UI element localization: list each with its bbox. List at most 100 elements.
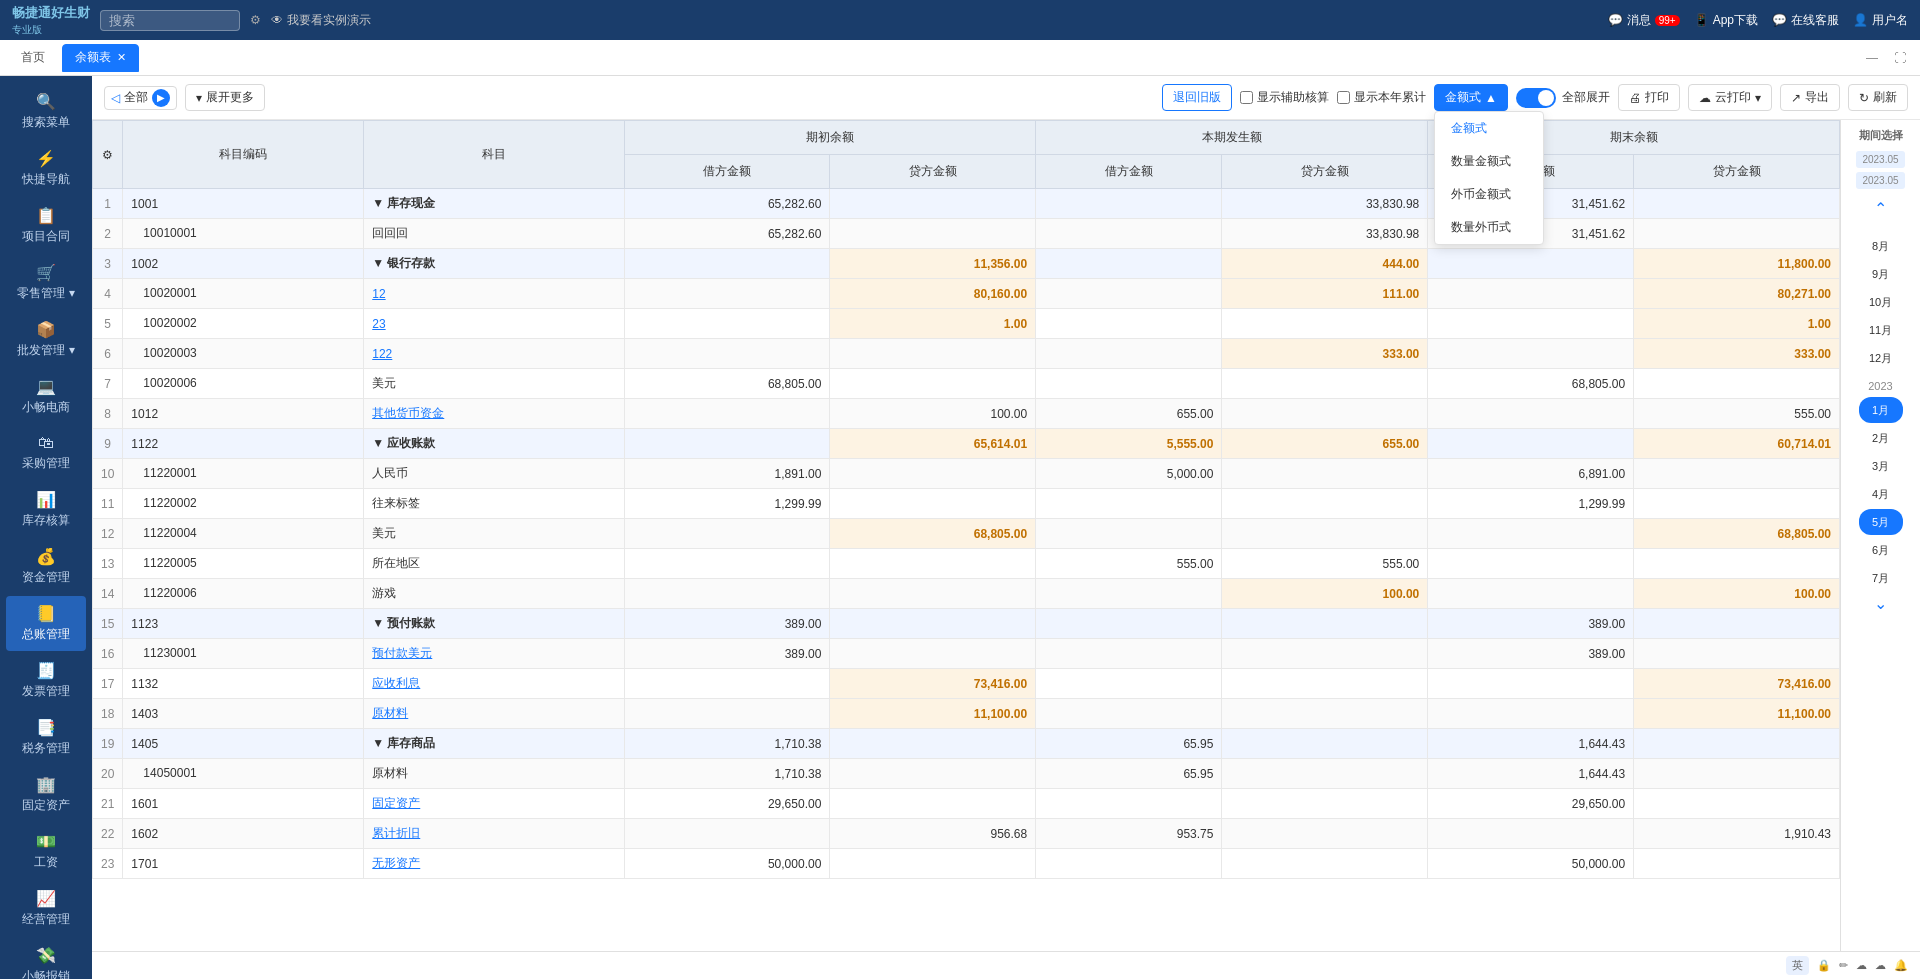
row-cb-credit [1634,639,1840,669]
balance-table-container[interactable]: ⚙ 科目编码 科目 期初余额 本期发生额 期末余额 借方金额 贷方金额 借方金额… [92,120,1840,951]
period-month-12[interactable]: 12月 [1859,345,1903,371]
table-row: 23 1701 无形资产 50,000.00 50,000.00 [93,849,1840,879]
settings-header[interactable]: ⚙ [93,121,123,189]
row-subject[interactable]: 122 [364,339,624,369]
period-month-6[interactable]: 6月 [1859,537,1903,563]
lang-switch[interactable]: 英 [1786,956,1809,975]
row-subject[interactable]: 应收利息 [364,669,624,699]
sidebar-item-search[interactable]: 🔍 搜索菜单 [6,84,86,139]
table-row: 6 10020003 122 333.00 333.00 [93,339,1840,369]
row-subject: 回回回 [364,219,624,249]
project-icon: 📋 [36,206,56,225]
back-to-all-btn[interactable]: ◁ [111,91,120,105]
tab-home[interactable]: 首页 [8,44,58,72]
sidebar-item-accounting[interactable]: 📒 总账管理 [6,596,86,651]
refresh-btn[interactable]: ↻ 刷新 [1848,84,1908,111]
amount-mode-btn[interactable]: 金额式 ▲ [1434,84,1508,111]
sidebar-item-sales[interactable]: 💸 小畅报销 [6,938,86,979]
row-subject[interactable]: 累计折旧 [364,819,624,849]
row-cp-debit: 65.95 [1036,729,1222,759]
amount-mode-menu: 金额式 数量金额式 外币金额式 数量外币式 [1434,111,1544,245]
sidebar-item-funds[interactable]: 💰 资金管理 [6,539,86,594]
print-btn[interactable]: 🖨 打印 [1618,84,1680,111]
tab-close-icon[interactable]: ✕ [117,51,126,64]
tab-minimize-icon[interactable]: — [1860,49,1884,67]
period-month-4[interactable]: 4月 [1859,481,1903,507]
ob-debit-header: 借方金额 [624,155,830,189]
sidebar-item-project[interactable]: 📋 项目合同 [6,198,86,253]
period-month-11[interactable]: 11月 [1859,317,1903,343]
demo-link[interactable]: 👁我要看实例演示 [271,12,371,29]
back-old-version-btn[interactable]: 退回旧版 [1162,84,1232,111]
period-month-8[interactable]: 8月 [1859,233,1903,259]
row-subject[interactable]: 12 [364,279,624,309]
tab-maximize-icon[interactable]: ⛶ [1888,49,1912,67]
row-subject[interactable]: 其他货币资金 [364,399,624,429]
mode-qty-foreign[interactable]: 数量外币式 [1435,211,1543,244]
row-subject[interactable]: 无形资产 [364,849,624,879]
row-cp-debit [1036,789,1222,819]
settings-icon[interactable]: ⚙ [250,13,261,27]
top-search-input[interactable] [100,10,240,31]
period-month-3[interactable]: 3月 [1859,453,1903,479]
sidebar-item-purchase[interactable]: 🛍 采购管理 [6,426,86,480]
row-cb-debit: 1,644.43 [1428,759,1634,789]
assets-icon: 🏢 [36,775,56,794]
statusbar-icons: 英 🔒 ✏ ☁ ☁ 🔔 [1786,956,1908,975]
edit-icon[interactable]: ✏ [1839,959,1848,972]
sidebar-item-retail[interactable]: 🛒 零售管理 ▾ [6,255,86,310]
cloud-print-btn[interactable]: ☁ 云打印 ▾ [1688,84,1772,111]
sidebar-item-hr[interactable]: 💵 工资 [6,824,86,879]
expand-all-switch[interactable] [1516,88,1556,108]
row-subject[interactable]: 23 [364,309,624,339]
period-month-10[interactable]: 10月 [1859,289,1903,315]
row-index: 4 [93,279,123,309]
sidebar-item-tax[interactable]: 📑 税务管理 [6,710,86,765]
row-cp-debit: 555.00 [1036,549,1222,579]
sidebar-item-assets[interactable]: 🏢 固定资产 [6,767,86,822]
mode-qty-amount[interactable]: 数量金额式 [1435,145,1543,178]
user-avatar[interactable]: 👤 用户名 [1853,12,1908,29]
export-btn[interactable]: ↗ 导出 [1780,84,1840,111]
message-btn[interactable]: 💬 消息 99+ [1608,12,1680,29]
row-subject[interactable]: 预付款美元 [364,639,624,669]
tab-balance[interactable]: 余额表 ✕ [62,44,139,72]
period-month-2[interactable]: 2月 [1859,425,1903,451]
row-ob-credit: 11,100.00 [830,699,1036,729]
sidebar-item-ecommerce[interactable]: 💻 小畅电商 [6,369,86,424]
sidebar-item-inventory[interactable]: 📊 库存核算 [6,482,86,537]
online-service-btn[interactable]: 💬 在线客服 [1772,12,1839,29]
period-month-7[interactable]: 7月 [1859,565,1903,591]
lock-icon[interactable]: 🔒 [1817,959,1831,972]
forward-icon[interactable]: ▶ [152,89,170,107]
row-subject[interactable]: 固定资产 [364,789,624,819]
expand-more-btn[interactable]: ▾ 展开更多 [185,84,265,111]
sidebar-item-label: 库存核算 [22,512,70,529]
period-month-1[interactable]: 1月 [1859,397,1903,423]
period-up-arrow[interactable]: ⌃ [1872,197,1889,220]
row-subject: 所在地区 [364,549,624,579]
chevron-down-icon: ▾ [1755,91,1761,105]
period-month-5[interactable]: 5月 [1859,509,1903,535]
period-month-9[interactable]: 9月 [1859,261,1903,287]
sidebar-item-wholesale[interactable]: 📦 批发管理 ▾ [6,312,86,367]
cloud-icon2[interactable]: ☁ [1875,959,1886,972]
row-ob-debit [624,399,830,429]
show-auxiliary-checkbox[interactable]: 显示辅助核算 [1240,89,1329,106]
mode-foreign-amount[interactable]: 外币金额式 [1435,178,1543,211]
notification-icon[interactable]: 🔔 [1894,959,1908,972]
row-index: 22 [93,819,123,849]
row-ob-debit: 1,710.38 [624,729,830,759]
show-ytd-checkbox[interactable]: 显示本年累计 [1337,89,1426,106]
app-download-btn[interactable]: 📱 App下载 [1694,12,1758,29]
mode-amount[interactable]: 金额式 [1435,112,1543,145]
row-ob-debit [624,549,830,579]
sidebar-item-invoice[interactable]: 🧾 发票管理 [6,653,86,708]
sidebar-item-quicknav[interactable]: ⚡ 快捷导航 [6,141,86,196]
sidebar-item-business[interactable]: 📈 经营管理 [6,881,86,936]
print-icon: 🖨 [1629,91,1641,105]
cloud-upload-icon[interactable]: ☁ [1856,959,1867,972]
period-down-arrow[interactable]: ⌄ [1872,592,1889,615]
row-cb-credit [1634,489,1840,519]
row-subject[interactable]: 原材料 [364,699,624,729]
